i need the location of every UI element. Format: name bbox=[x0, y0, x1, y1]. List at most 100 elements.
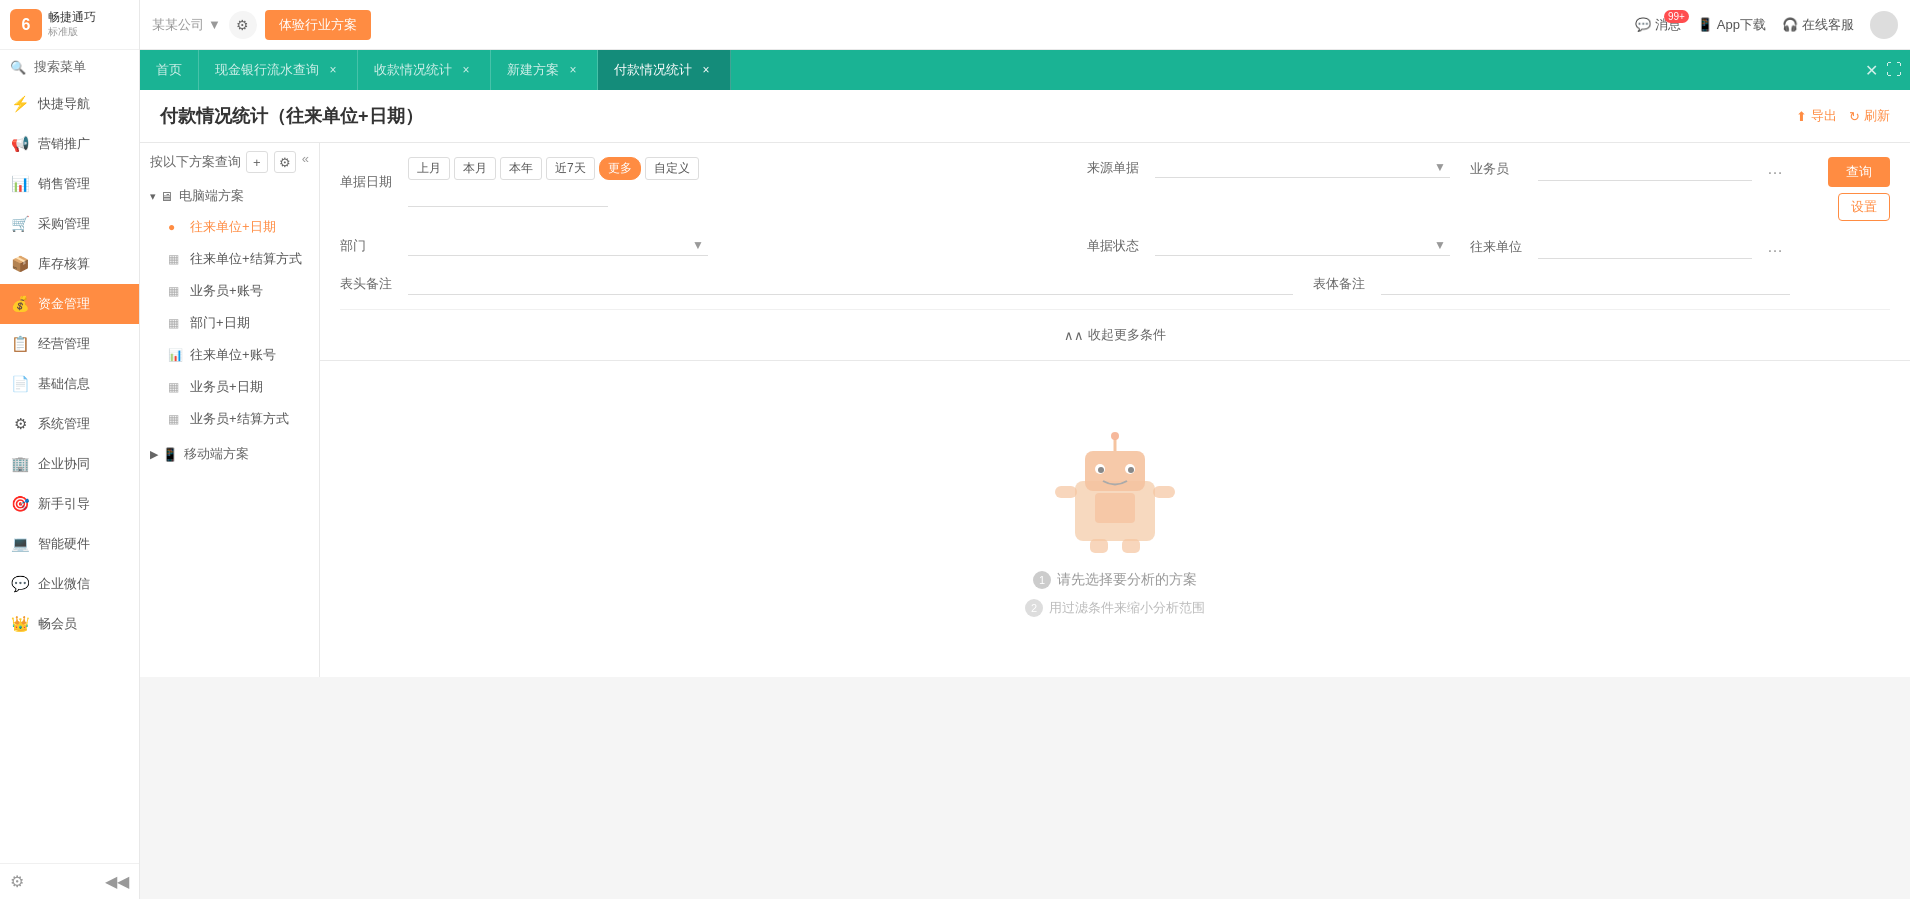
date-custom-btn[interactable]: 自定义 bbox=[645, 157, 699, 180]
scheme-item-partner-account[interactable]: 📊 往来单位+账号 bbox=[140, 339, 319, 371]
page-content: 付款情况统计（往来单位+日期） ⬆ 导出 ↻ 刷新 按以下方案查询 bbox=[140, 90, 1910, 899]
tab-close-new-scheme[interactable]: × bbox=[565, 62, 581, 78]
settings-icon[interactable]: ⚙ bbox=[10, 872, 24, 891]
user-avatar[interactable] bbox=[1870, 11, 1898, 39]
desktop-group-header[interactable]: ▾ 🖥 电脑端方案 bbox=[140, 181, 319, 211]
scheme-panel: 按以下方案查询 + ⚙ « bbox=[140, 143, 320, 677]
dept-dropdown-icon: ▼ bbox=[692, 238, 704, 252]
sidebar-item-enterprise[interactable]: 🏢 企业协同 bbox=[0, 444, 139, 484]
tab-new-scheme[interactable]: 新建方案 × bbox=[491, 50, 598, 90]
svg-rect-12 bbox=[1095, 493, 1135, 523]
sidebar-item-purchase[interactable]: 🛒 采购管理 bbox=[0, 204, 139, 244]
add-scheme-btn[interactable]: + bbox=[246, 151, 268, 173]
date-last-month-btn[interactable]: 上月 bbox=[408, 157, 450, 180]
guide-icon: 🎯 bbox=[10, 494, 30, 514]
app-download-btn[interactable]: 📱 App下载 bbox=[1697, 16, 1766, 34]
date-this-year-btn[interactable]: 本年 bbox=[500, 157, 542, 180]
scheme-item-partner-date[interactable]: ● 往来单位+日期 bbox=[140, 211, 319, 243]
enterprise-icon: 🏢 bbox=[10, 454, 30, 474]
filter-row-3: 表头备注 表体备注 bbox=[340, 273, 1890, 295]
scheme-item-staff-settlement[interactable]: ▦ 业务员+结算方式 bbox=[140, 403, 319, 435]
tab-bank-flow[interactable]: 现金银行流水查询 × bbox=[199, 50, 358, 90]
tab-home[interactable]: 首页 bbox=[140, 50, 199, 90]
scheme-item-staff-account[interactable]: ▦ 业务员+账号 bbox=[140, 275, 319, 307]
empty-hint-2: 2 用过滤条件来缩小分析范围 bbox=[1025, 599, 1205, 617]
tab-close-receipts-stat[interactable]: × bbox=[458, 62, 474, 78]
partner-ellipsis-btn[interactable]: … bbox=[1760, 238, 1790, 256]
sidebar-item-member[interactable]: 👑 畅会员 bbox=[0, 604, 139, 644]
sidebar-item-basic-info[interactable]: 📄 基础信息 bbox=[0, 364, 139, 404]
header-note-input[interactable] bbox=[408, 273, 1293, 295]
sidebar-item-wechat[interactable]: 💬 企业微信 bbox=[0, 564, 139, 604]
date-more-btn[interactable]: 更多 bbox=[599, 157, 641, 180]
empty-state: 1 请先选择要分析的方案 2 用过滤条件来缩小分析范围 bbox=[320, 361, 1910, 677]
marketing-icon: 📢 bbox=[10, 134, 30, 154]
collapse-sidebar-icon[interactable]: ◀◀ bbox=[105, 872, 129, 891]
maximize-btn[interactable]: ⛶ bbox=[1886, 61, 1902, 79]
mobile-arrow-icon: ▶ bbox=[150, 448, 158, 461]
message-icon: 💬 bbox=[1635, 17, 1651, 32]
sidebar-item-marketing[interactable]: 📢 营销推广 bbox=[0, 124, 139, 164]
page-title: 付款情况统计（往来单位+日期） bbox=[160, 104, 423, 128]
tab-payment-stat[interactable]: 付款情况统计 × bbox=[598, 50, 731, 90]
topbar-left: 某某公司 ▼ ⚙ 体验行业方案 bbox=[152, 10, 1627, 40]
search-menu[interactable]: 🔍 搜索菜单 bbox=[0, 50, 139, 84]
sidebar-item-operations[interactable]: 📋 经营管理 bbox=[0, 324, 139, 364]
staff-ellipsis-btn[interactable]: … bbox=[1760, 160, 1790, 178]
close-all-tabs-btn[interactable]: ✕ bbox=[1865, 61, 1878, 80]
refresh-btn[interactable]: ↻ 刷新 bbox=[1849, 107, 1890, 125]
svg-rect-9 bbox=[1122, 539, 1140, 553]
sidebar-item-quick-nav[interactable]: ⚡ 快捷导航 bbox=[0, 84, 139, 124]
date-7days-btn[interactable]: 近7天 bbox=[546, 157, 595, 180]
scheme-collapse-btn[interactable]: « bbox=[302, 151, 309, 173]
date-this-month-btn[interactable]: 本月 bbox=[454, 157, 496, 180]
scheme-settings-btn[interactable]: ⚙ bbox=[274, 151, 296, 173]
main-body: 按以下方案查询 + ⚙ « bbox=[140, 143, 1910, 677]
tab-close-bank-flow[interactable]: × bbox=[325, 62, 341, 78]
export-btn[interactable]: ⬆ 导出 bbox=[1796, 107, 1837, 125]
source-select[interactable]: ▼ bbox=[1155, 157, 1450, 178]
filter-group-date: 单据日期 上月 本月 本年 近7天 更多 自定义 2022-01-01 至 20… bbox=[340, 157, 1067, 207]
filter-setting-btn[interactable]: 设置 bbox=[1838, 193, 1890, 221]
sidebar-item-inventory[interactable]: 📦 库存核算 bbox=[0, 244, 139, 284]
dept-select[interactable]: ▼ bbox=[408, 235, 708, 256]
operations-icon: 📋 bbox=[10, 334, 30, 354]
query-btn[interactable]: 查询 bbox=[1828, 157, 1890, 187]
body-note-input[interactable] bbox=[1381, 273, 1790, 295]
svg-point-5 bbox=[1128, 467, 1134, 473]
sidebar-item-system[interactable]: ⚙ 系统管理 bbox=[0, 404, 139, 444]
company-selector[interactable]: 某某公司 ▼ bbox=[152, 16, 221, 34]
doc-status-select[interactable]: ▼ bbox=[1155, 235, 1450, 256]
scheme-item-dept-date[interactable]: ▦ 部门+日期 bbox=[140, 307, 319, 339]
system-icon: ⚙ bbox=[10, 414, 30, 434]
inventory-icon: 📦 bbox=[10, 254, 30, 274]
filter-group-dept: 部门 ▼ bbox=[340, 235, 1067, 256]
partner-label: 往来单位 bbox=[1470, 238, 1530, 256]
filter-group-header-note: 表头备注 bbox=[340, 273, 1293, 295]
filter-group-partner: 往来单位 … bbox=[1470, 235, 1790, 259]
mobile-group-header[interactable]: ▶ 📱 移动端方案 bbox=[140, 439, 319, 469]
date-filter-content: 上月 本月 本年 近7天 更多 自定义 2022-01-01 至 2022-12… bbox=[408, 157, 1067, 207]
topbar-settings-btn[interactable]: ⚙ bbox=[229, 11, 257, 39]
sidebar-item-finance[interactable]: 💰 资金管理 bbox=[0, 284, 139, 324]
sidebar-item-guide[interactable]: 🎯 新手引导 bbox=[0, 484, 139, 524]
sidebar-item-hardware[interactable]: 💻 智能硬件 bbox=[0, 524, 139, 564]
trial-button[interactable]: 体验行业方案 bbox=[265, 10, 371, 40]
doc-status-label: 单据状态 bbox=[1087, 237, 1147, 255]
online-support-btn[interactable]: 🎧 在线客服 bbox=[1782, 16, 1854, 34]
tab-receipts-stat[interactable]: 收款情况统计 × bbox=[358, 50, 491, 90]
collapse-more-btn[interactable]: ∧∧ 收起更多条件 bbox=[1056, 318, 1174, 352]
svg-point-11 bbox=[1111, 432, 1119, 440]
scheme-item-partner-settlement[interactable]: ▦ 往来单位+结算方式 bbox=[140, 243, 319, 275]
scheme-item-staff-date[interactable]: ▦ 业务员+日期 bbox=[140, 371, 319, 403]
sidebar-item-sales[interactable]: 📊 销售管理 bbox=[0, 164, 139, 204]
date-range-input[interactable]: 2022-01-01 至 2022-12-31 bbox=[408, 188, 608, 207]
scheme-panel-actions: + ⚙ « bbox=[246, 151, 309, 173]
desktop-scheme-group: ▾ 🖥 电脑端方案 ● 往来单位+日期 ▦ 往来单位+结算方式 ▦ 业务员 bbox=[140, 181, 319, 435]
desktop-icon: 🖥 bbox=[160, 189, 173, 204]
notifications-btn[interactable]: 💬 消息 99+ bbox=[1635, 16, 1681, 34]
filter-group-source: 来源单据 ▼ bbox=[1087, 157, 1450, 178]
tab-close-payment-stat[interactable]: × bbox=[698, 62, 714, 78]
topbar: 某某公司 ▼ ⚙ 体验行业方案 💬 消息 99+ 📱 App下载 🎧 在线客服 bbox=[140, 0, 1910, 50]
filter-row-1: 单据日期 上月 本月 本年 近7天 更多 自定义 2022-01-01 至 20… bbox=[340, 157, 1890, 221]
